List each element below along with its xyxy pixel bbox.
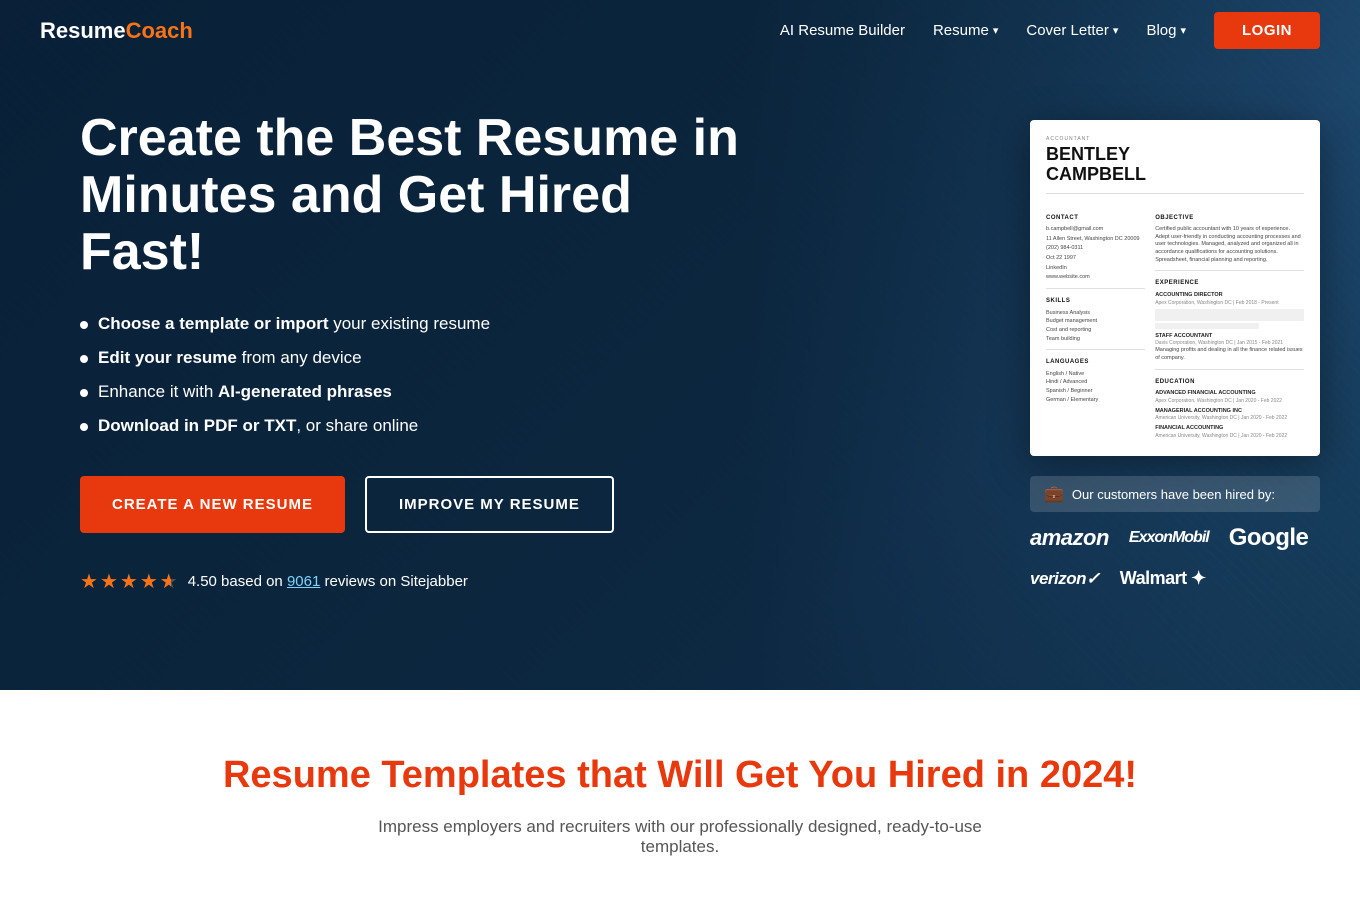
rc-contact-title: CONTACT — [1046, 214, 1145, 222]
rc-linkedin: LinkedIn — [1046, 265, 1145, 273]
chevron-down-icon: ▾ — [1180, 24, 1186, 37]
hero-content: Create the Best Resume in Minutes and Ge… — [0, 0, 1360, 654]
navbar: ResumeCoach AI Resume Builder Resume ▾ C… — [0, 0, 1360, 61]
star-rating: ★ ★ ★ ★ ★ ★ — [80, 569, 178, 594]
rc-skill-3: Team building — [1046, 336, 1145, 344]
templates-subtitle: Impress employers and recruiters with ou… — [340, 817, 1020, 857]
rating-text: 4.50 based on 9061 reviews on Sitejabber — [188, 573, 468, 590]
rc-edu-degree-1: MANAGERIAL ACCOUNTING INC — [1155, 408, 1304, 416]
bullet-dot — [80, 389, 88, 397]
logo[interactable]: ResumeCoach — [40, 18, 193, 44]
sitejabber-link[interactable]: 9061 — [287, 573, 320, 590]
rc-edu-degree-2: FINANCIAL ACCOUNTING — [1155, 425, 1304, 433]
rc-exp-company-0: Apex Corporation, Washington DC | Feb 20… — [1155, 300, 1304, 307]
rc-dob: Oct 22 1997 — [1046, 255, 1145, 263]
rc-exp-desc-0 — [1155, 309, 1304, 321]
briefcase-icon: 💼 — [1044, 484, 1064, 504]
hired-section: 💼 Our customers have been hired by: amaz… — [1030, 476, 1320, 589]
rc-skill-1: Budget management — [1046, 318, 1145, 326]
hero-buttons: CREATE A NEW RESUME IMPROVE MY RESUME — [80, 476, 740, 533]
star-4: ★ — [140, 569, 158, 594]
rc-left-col: CONTACT b.campbell@gmail.com 11 Allen St… — [1046, 206, 1145, 440]
hero-left: Create the Best Resume in Minutes and Ge… — [80, 110, 740, 594]
rc-phone: (202) 984-0311 — [1046, 245, 1145, 253]
rc-lang-1: Hindi / Advanced — [1046, 379, 1145, 387]
rc-edu-school-1: American University, Washington DC | Jan… — [1155, 415, 1304, 422]
rc-experience-title: EXPERIENCE — [1155, 279, 1304, 287]
rc-languages-title: LANGUAGES — [1046, 358, 1145, 366]
star-2: ★ — [100, 569, 118, 594]
nav-ai-resume-builder[interactable]: AI Resume Builder — [780, 22, 905, 39]
rc-education-title: EDUCATION — [1155, 378, 1304, 386]
rc-lang-3: German / Elementary — [1046, 397, 1145, 405]
company-logos: amazon ExxonMobil Google verizon✓ Walmar… — [1030, 524, 1320, 589]
logo-text: ResumeCoach — [40, 18, 193, 43]
templates-title: Resume Templates that Will Get You Hired… — [40, 754, 1320, 797]
bullet-4: Download in PDF or TXT, or share online — [80, 416, 740, 436]
rc-lang-2: Spanish / Beginner — [1046, 388, 1145, 396]
rc-email: b.campbell@gmail.com — [1046, 226, 1145, 234]
rc-lang-0: English / Native — [1046, 371, 1145, 379]
login-button[interactable]: LOGIN — [1214, 12, 1320, 49]
hero-bullets: Choose a template or import your existin… — [80, 314, 740, 436]
rc-name: BENTLEY CAMPBELL — [1046, 145, 1304, 194]
hero-title: Create the Best Resume in Minutes and Ge… — [80, 110, 740, 282]
rc-edu-school-0: Apex Corporation, Washington DC | Jan 20… — [1155, 398, 1304, 405]
bullet-3: Enhance it with AI-generated phrases — [80, 382, 740, 402]
resume-preview-card: ACCOUNTANT BENTLEY CAMPBELL CONTACT b.ca… — [1030, 120, 1320, 456]
chevron-down-icon: ▾ — [1113, 24, 1119, 37]
bullet-1: Choose a template or import your existin… — [80, 314, 740, 334]
nav-blog[interactable]: Blog ▾ — [1146, 22, 1186, 39]
star-1: ★ — [80, 569, 98, 594]
verizon-logo: verizon✓ — [1030, 569, 1100, 589]
star-5: ★ ★ — [160, 569, 178, 594]
improve-resume-button[interactable]: IMPROVE MY RESUME — [365, 476, 614, 533]
hired-badge: 💼 Our customers have been hired by: — [1030, 476, 1320, 512]
rc-skill-0: Business Analysis — [1046, 310, 1145, 318]
bullet-2: Edit your resume from any device — [80, 348, 740, 368]
rc-exp-title-0: ACCOUNTING DIRECTOR — [1155, 292, 1304, 300]
rc-exp-desc-0b — [1155, 323, 1259, 329]
rc-address: 11 Allen Street, Washington DC 20009 — [1046, 236, 1145, 244]
exxonmobil-logo: ExxonMobil — [1129, 529, 1209, 547]
rc-exp-title-1: STAFF ACCOUNTANT — [1155, 333, 1304, 341]
nav-resume[interactable]: Resume ▾ — [933, 22, 998, 39]
nav-cover-letter[interactable]: Cover Letter ▾ — [1026, 22, 1118, 39]
chevron-down-icon: ▾ — [993, 24, 999, 37]
rc-edu-degree-0: ADVANCED FINANCIAL ACCOUNTING — [1155, 390, 1304, 398]
bullet-dot — [80, 321, 88, 329]
create-resume-button[interactable]: CREATE A NEW RESUME — [80, 476, 345, 533]
star-3: ★ — [120, 569, 138, 594]
nav-links: AI Resume Builder Resume ▾ Cover Letter … — [780, 12, 1320, 49]
bullet-dot — [80, 423, 88, 431]
rc-website: www.website.com — [1046, 274, 1145, 282]
rc-objective-text: Certified public accountant with 10 year… — [1155, 226, 1304, 264]
rc-edu-school-2: American University, Washington DC | Jan… — [1155, 433, 1304, 440]
google-logo: Google — [1229, 524, 1309, 552]
hero-right: ACCOUNTANT BENTLEY CAMPBELL CONTACT b.ca… — [1030, 110, 1320, 589]
walmart-logo: Walmart ✦ — [1120, 568, 1206, 589]
amazon-logo: amazon — [1030, 525, 1109, 551]
rc-right-col: OBJECTIVE Certified public accountant wi… — [1155, 206, 1304, 440]
hero-section: Create the Best Resume in Minutes and Ge… — [0, 0, 1360, 690]
rc-skill-2: Cost and reporting — [1046, 327, 1145, 335]
templates-section: Resume Templates that Will Get You Hired… — [0, 690, 1360, 897]
hero-rating: ★ ★ ★ ★ ★ ★ 4.50 based on 9061 reviews o… — [80, 569, 740, 594]
bullet-dot — [80, 355, 88, 363]
rc-skills-title: SKILLS — [1046, 297, 1145, 305]
rc-exp-desc-1: Managing profits and dealing in all the … — [1155, 347, 1304, 362]
rc-exp-company-1: Davis Corporation, Washington DC | Jan 2… — [1155, 340, 1304, 347]
rc-body: CONTACT b.campbell@gmail.com 11 Allen St… — [1046, 206, 1304, 440]
rc-objective-title: OBJECTIVE — [1155, 214, 1304, 222]
rc-job-label: ACCOUNTANT — [1046, 136, 1304, 143]
